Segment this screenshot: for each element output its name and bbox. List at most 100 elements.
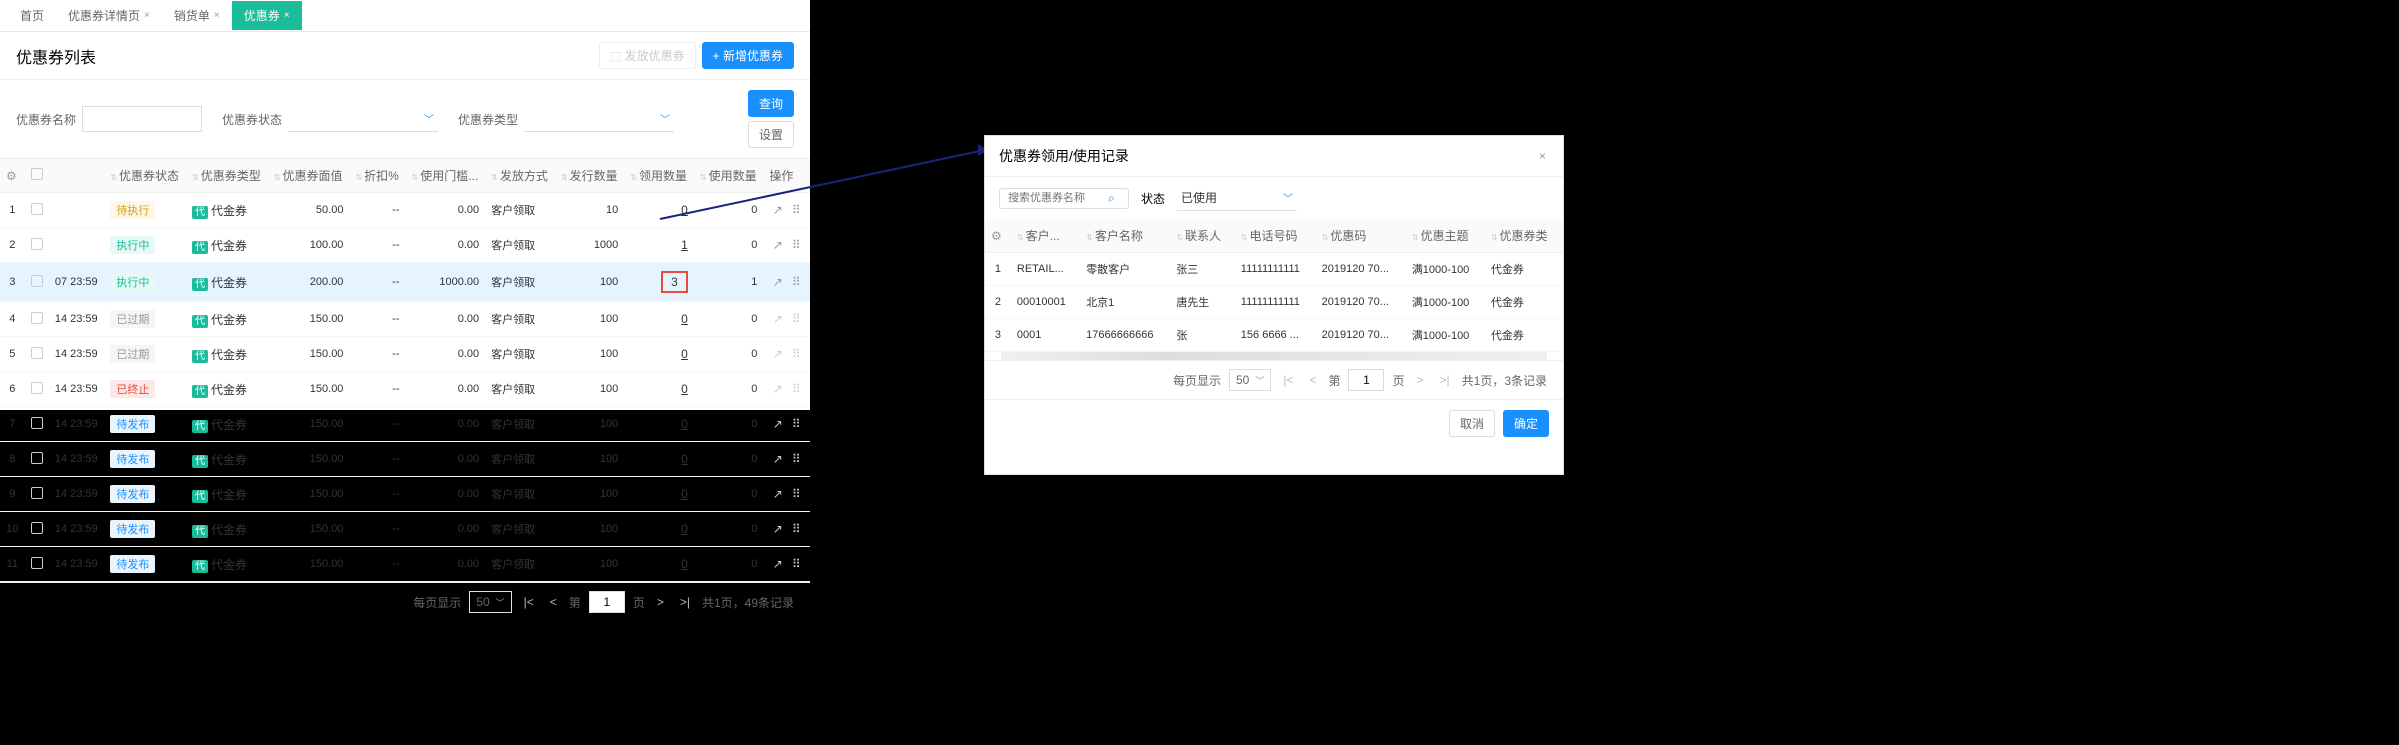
sort-icon[interactable]: ⇅ [1241,233,1248,242]
use-count: 0 [694,512,764,547]
table-row[interactable]: 1014 23:59待发布代代金券150.00--0.00客户领取10000↗ … [0,512,810,547]
table-row[interactable]: 714 23:59待发布代代金券150.00--0.00客户领取10000↗ ⠿ [0,407,810,442]
ok-button[interactable]: 确定 [1503,410,1549,437]
search-input[interactable] [1008,192,1108,204]
take-count[interactable]: 0 [681,557,688,571]
gear-icon[interactable]: ⚙ [6,169,17,183]
sort-icon[interactable]: ⇅ [491,173,498,182]
share-icon[interactable]: ↗ [770,238,786,252]
table-row[interactable]: 514 23:59已过期代代金券150.00--0.00客户领取10000↗ ⠿ [0,337,810,372]
table-row[interactable]: 914 23:59待发布代代金券150.00--0.00客户领取10000↗ ⠿ [0,477,810,512]
status-badge: 执行中 [110,236,155,254]
table-row[interactable]: 1待执行代代金券50.00--0.00客户领取1000↗ ⠿ [0,193,810,228]
sort-icon[interactable]: ⇅ [1322,233,1329,242]
sort-icon[interactable]: ⇅ [561,173,568,182]
share-icon[interactable]: ↗ [770,275,786,289]
row-checkbox[interactable] [31,522,43,534]
coupon-name-input[interactable] [82,106,202,132]
tab-sales-order[interactable]: 销货单× [162,1,232,30]
page-input[interactable] [1348,369,1384,391]
qrcode-icon[interactable]: ⠿ [789,275,804,289]
qrcode-icon[interactable]: ⠿ [789,203,804,217]
gear-icon[interactable]: ⚙ [991,229,1002,243]
sort-icon[interactable]: ⇅ [630,173,637,182]
cancel-button[interactable]: 取消 [1449,410,1495,437]
select-all-checkbox[interactable] [31,168,43,180]
table-row[interactable]: 307 23:59执行中代代金券200.00--1000.00客户领取10031… [0,263,810,302]
row-checkbox[interactable] [31,275,43,287]
row-checkbox[interactable] [31,238,43,250]
modal-status-select[interactable]: 已使用 ﹀ [1177,185,1297,211]
table-row[interactable]: 414 23:59已过期代代金券150.00--0.00客户领取10000↗ ⠿ [0,302,810,337]
take-count[interactable]: 0 [681,382,688,396]
prev-page-button[interactable]: < [546,595,561,609]
sort-icon[interactable]: ⇅ [110,173,117,182]
sort-icon[interactable]: ⇅ [355,173,362,182]
take-count[interactable]: 0 [681,522,688,536]
row-checkbox[interactable] [31,312,43,324]
sort-icon[interactable]: ⇅ [1176,233,1183,242]
sort-icon[interactable]: ⇅ [1086,233,1093,242]
settings-button[interactable]: 设置 [748,121,794,148]
row-checkbox[interactable] [31,487,43,499]
row-index: 5 [0,337,25,372]
take-count[interactable]: 0 [681,417,688,431]
close-icon[interactable]: × [1536,149,1549,163]
row-checkbox[interactable] [31,382,43,394]
type-select[interactable]: ﹀ [524,106,674,132]
row-checkbox[interactable] [31,203,43,215]
tab-coupon[interactable]: 优惠券× [232,1,302,30]
table-row[interactable]: 2执行中代代金券100.00--0.00客户领取100010↗ ⠿ [0,228,810,263]
tab-coupon-detail[interactable]: 优惠券详情页× [56,1,162,30]
row-checkbox[interactable] [31,417,43,429]
first-page-button[interactable]: |< [1279,373,1297,387]
query-button[interactable]: 查询 [748,90,794,117]
last-page-button[interactable]: >| [676,595,694,609]
row-checkbox[interactable] [31,557,43,569]
table-row[interactable]: 3000117666666666张156 6666 ...2019120 70.… [985,319,1563,352]
sort-icon[interactable]: ⇅ [700,173,707,182]
use-count: 0 [694,477,764,512]
close-icon[interactable]: × [284,10,290,21]
sort-icon[interactable]: ⇅ [1412,233,1419,242]
last-page-button[interactable]: >| [1436,373,1454,387]
prev-page-button[interactable]: < [1305,373,1320,387]
qrcode-icon: ⠿ [789,557,804,571]
take-count[interactable]: 1 [681,238,688,252]
distribute-coupon-button[interactable]: ⬚发放优惠券 [599,42,695,69]
per-page-select[interactable]: 50 ﹀ [1229,369,1271,391]
table-row[interactable]: 1RETAIL...零散客户张三111111111112019120 70...… [985,253,1563,286]
table-row[interactable]: 200010001北京1唐先生111111111112019120 70...满… [985,286,1563,319]
take-count-highlight[interactable]: 3 [661,271,688,293]
per-page-select[interactable]: 50 ﹀ [469,591,511,613]
table-row[interactable]: 614 23:59已终止代代金券150.00--0.00客户领取10000↗ ⠿ [0,372,810,407]
share-icon[interactable]: ↗ [770,203,786,217]
table-row[interactable]: 814 23:59待发布代代金券150.00--0.00客户领取10000↗ ⠿ [0,442,810,477]
take-count[interactable]: 0 [681,347,688,361]
page-input[interactable] [589,591,625,613]
search-icon[interactable]: ⌕ [1108,191,1115,206]
add-coupon-button[interactable]: + 新增优惠券 [702,42,794,69]
sort-icon[interactable]: ⇅ [192,173,199,182]
status-select[interactable]: ﹀ [288,106,438,132]
next-page-button[interactable]: > [653,595,668,609]
take-count[interactable]: 0 [681,312,688,326]
sort-icon[interactable]: ⇅ [274,173,281,182]
sort-icon[interactable]: ⇅ [1017,233,1024,242]
row-checkbox[interactable] [31,347,43,359]
row-checkbox[interactable] [31,452,43,464]
table-row[interactable]: 1114 23:59待发布代代金券150.00--0.00客户领取10000↗ … [0,547,810,582]
threshold: 0.00 [405,442,485,477]
search-box[interactable]: ⌕ [999,188,1129,209]
close-icon[interactable]: × [144,10,150,21]
first-page-button[interactable]: |< [520,595,538,609]
horizontal-scrollbar[interactable] [1001,352,1547,360]
close-icon[interactable]: × [214,10,220,21]
sort-icon[interactable]: ⇅ [411,173,418,182]
tab-home[interactable]: 首页 [8,1,56,30]
take-count[interactable]: 0 [681,487,688,501]
qrcode-icon[interactable]: ⠿ [789,238,804,252]
take-count[interactable]: 0 [681,452,688,466]
next-page-button[interactable]: > [1413,373,1428,387]
sort-icon[interactable]: ⇅ [1491,233,1498,242]
